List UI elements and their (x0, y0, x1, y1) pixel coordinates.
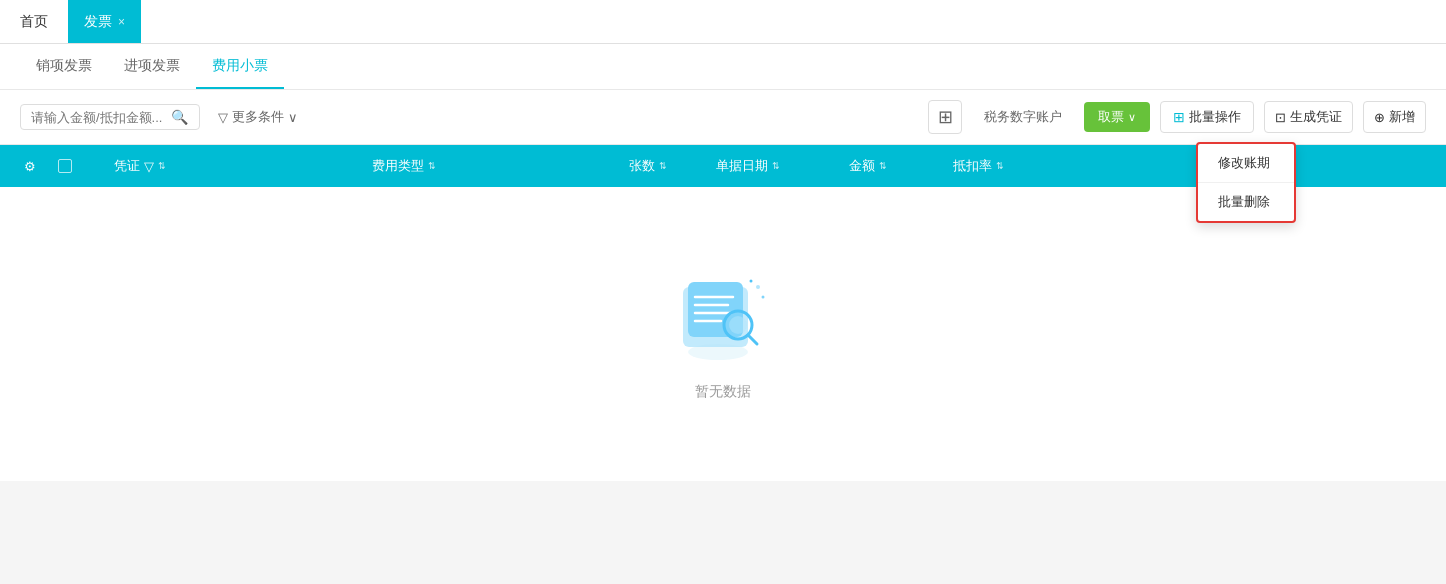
empty-icon (663, 267, 783, 367)
top-nav: 首页 发票 × (0, 0, 1446, 44)
th-voucher-label: 凭证 (114, 157, 140, 175)
th-expense-type: 费用类型 ⇅ (200, 157, 608, 175)
th-date: 单据日期 ⇅ (688, 157, 808, 175)
gen-voucher-label: 生成凭证 (1290, 108, 1342, 126)
th-count-label: 张数 (629, 157, 655, 175)
th-voucher: 凭证 ▽ ⇅ (80, 157, 200, 175)
toolbar-right: ⊞ 税务数字账户 取票 ∨ ⊞ 批量操作 ⊡ 生成凭证 ⊕ 新增 修改账期 批量… (928, 100, 1426, 134)
count-sort-icon[interactable]: ⇅ (659, 161, 667, 171)
filter-icon: ▽ (218, 110, 228, 125)
toolbar-left: 🔍 ▽ 更多条件 ∨ (20, 104, 306, 130)
tax-account-button[interactable]: 税务数字账户 (972, 102, 1074, 132)
empty-state: 暂无数据 (0, 187, 1446, 481)
take-invoice-label: 取票 (1098, 108, 1124, 126)
sub-nav-sale[interactable]: 销项发票 (20, 44, 108, 89)
home-nav-item[interactable]: 首页 (0, 0, 68, 43)
add-label: 新增 (1389, 108, 1415, 126)
th-amount-label: 金额 (849, 157, 875, 175)
th-amount: 金额 ⇅ (808, 157, 928, 175)
svg-point-10 (756, 285, 760, 289)
take-invoice-button[interactable]: 取票 ∨ (1084, 102, 1150, 132)
gen-voucher-button[interactable]: ⊡ 生成凭证 (1264, 101, 1353, 133)
th-date-label: 单据日期 (716, 157, 768, 175)
batch-delete-item[interactable]: 批量删除 (1198, 182, 1294, 221)
invoice-tab[interactable]: 发票 × (68, 0, 141, 43)
close-tab-icon[interactable]: × (118, 15, 125, 29)
th-settings[interactable]: ⚙ (10, 159, 50, 174)
th-expense-type-label: 费用类型 (372, 157, 424, 175)
gen-voucher-icon: ⊡ (1275, 110, 1286, 125)
batch-op-label: 批量操作 (1189, 108, 1241, 126)
batch-op-button[interactable]: ⊞ 批量操作 (1160, 101, 1254, 133)
expense-type-sort-icon[interactable]: ⇅ (428, 161, 436, 171)
batch-op-dropdown: 修改账期 批量删除 (1196, 142, 1296, 223)
sub-nav-expense[interactable]: 费用小票 (196, 44, 284, 89)
take-invoice-arrow-icon: ∨ (1128, 111, 1136, 124)
deduction-rate-sort-icon[interactable]: ⇅ (996, 161, 1004, 171)
qr-button[interactable]: ⊞ (928, 100, 962, 134)
svg-point-12 (750, 280, 753, 283)
amount-sort-icon[interactable]: ⇅ (879, 161, 887, 171)
invoice-tab-label: 发票 (84, 13, 112, 31)
add-button[interactable]: ⊕ 新增 (1363, 101, 1426, 133)
search-icon[interactable]: 🔍 (171, 109, 188, 125)
filter-button[interactable]: ▽ 更多条件 ∨ (210, 104, 306, 130)
add-icon: ⊕ (1374, 110, 1385, 125)
settings-icon: ⚙ (24, 159, 36, 174)
select-all-checkbox[interactable] (58, 159, 72, 173)
svg-point-11 (762, 296, 765, 299)
search-box[interactable]: 🔍 (20, 104, 200, 130)
th-deduction-rate-label: 抵扣率 (953, 157, 992, 175)
svg-line-9 (748, 335, 757, 344)
th-count: 张数 ⇅ (608, 157, 688, 175)
filter-label: 更多条件 (232, 108, 284, 126)
search-input[interactable] (31, 110, 171, 125)
voucher-sort-icon[interactable]: ⇅ (158, 161, 166, 171)
modify-period-item[interactable]: 修改账期 (1198, 144, 1294, 182)
sub-nav-purchase[interactable]: 进项发票 (108, 44, 196, 89)
date-sort-icon[interactable]: ⇅ (772, 161, 780, 171)
filter-arrow-icon: ∨ (288, 110, 298, 125)
th-deduction-rate: 抵扣率 ⇅ (928, 157, 1028, 175)
empty-text: 暂无数据 (695, 383, 751, 401)
th-checkbox[interactable] (50, 159, 80, 173)
batch-op-icon: ⊞ (1173, 109, 1185, 125)
qr-icon: ⊞ (938, 106, 953, 128)
voucher-filter-icon[interactable]: ▽ (144, 159, 154, 174)
sub-nav: 销项发票 进项发票 费用小票 (0, 44, 1446, 90)
svg-point-8 (729, 316, 747, 334)
toolbar: 🔍 ▽ 更多条件 ∨ ⊞ 税务数字账户 取票 ∨ ⊞ 批量操作 ⊡ 生成凭证 ⊕… (0, 90, 1446, 145)
